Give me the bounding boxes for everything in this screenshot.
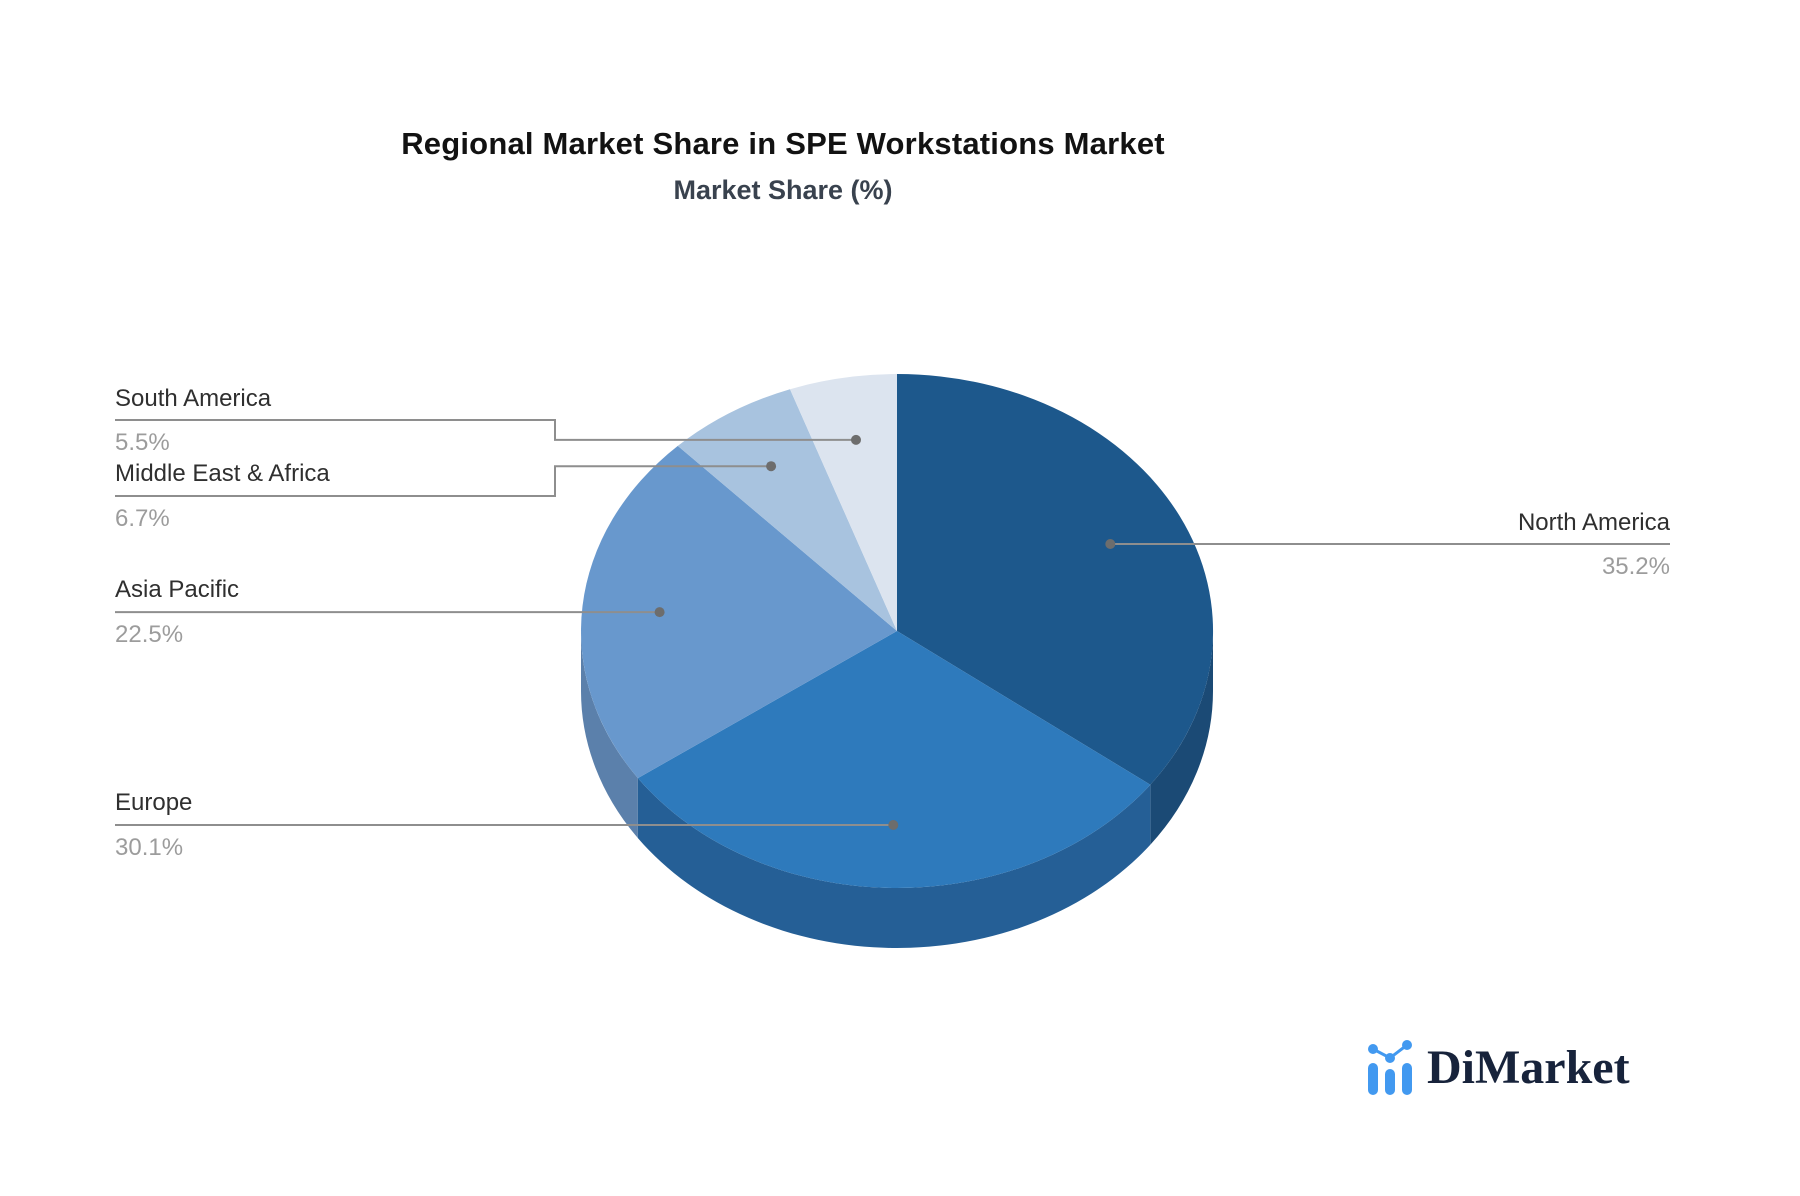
brand-name: DiMarket <box>1427 1041 1630 1094</box>
callout-value-north-america: 35.2% <box>1601 553 1670 580</box>
leader-dot-south-america <box>851 434 861 445</box>
callout-label-asia-pacific: Asia Pacific <box>115 576 240 603</box>
callout-value-asia-pacific: 22.5% <box>115 621 184 648</box>
dimarket-logo-icon <box>1368 1040 1412 1095</box>
callout-value-south-america: 5.5% <box>115 429 170 456</box>
chart-canvas: Regional Market Share in SPE Workstation… <box>0 0 1800 1196</box>
callout-label-middle-east-africa: Middle East & Africa <box>115 460 330 487</box>
callout-value-europe: 30.1% <box>115 834 184 861</box>
leader-dot-asia-pacific <box>654 607 665 618</box>
leader-dot-north-america <box>1105 539 1116 549</box>
callout-value-middle-east-africa: 6.7% <box>115 505 170 532</box>
leader-dot-europe <box>888 820 899 830</box>
callout-label-europe: Europe <box>115 789 193 816</box>
callout-label-south-america: South America <box>115 385 272 412</box>
leader-dot-middle-east-africa <box>766 461 777 472</box>
pie-chart-svg <box>115 374 1670 949</box>
brand-logo[interactable]: DiMarket <box>1366 1038 1630 1098</box>
callout-label-north-america: North America <box>1517 509 1670 536</box>
